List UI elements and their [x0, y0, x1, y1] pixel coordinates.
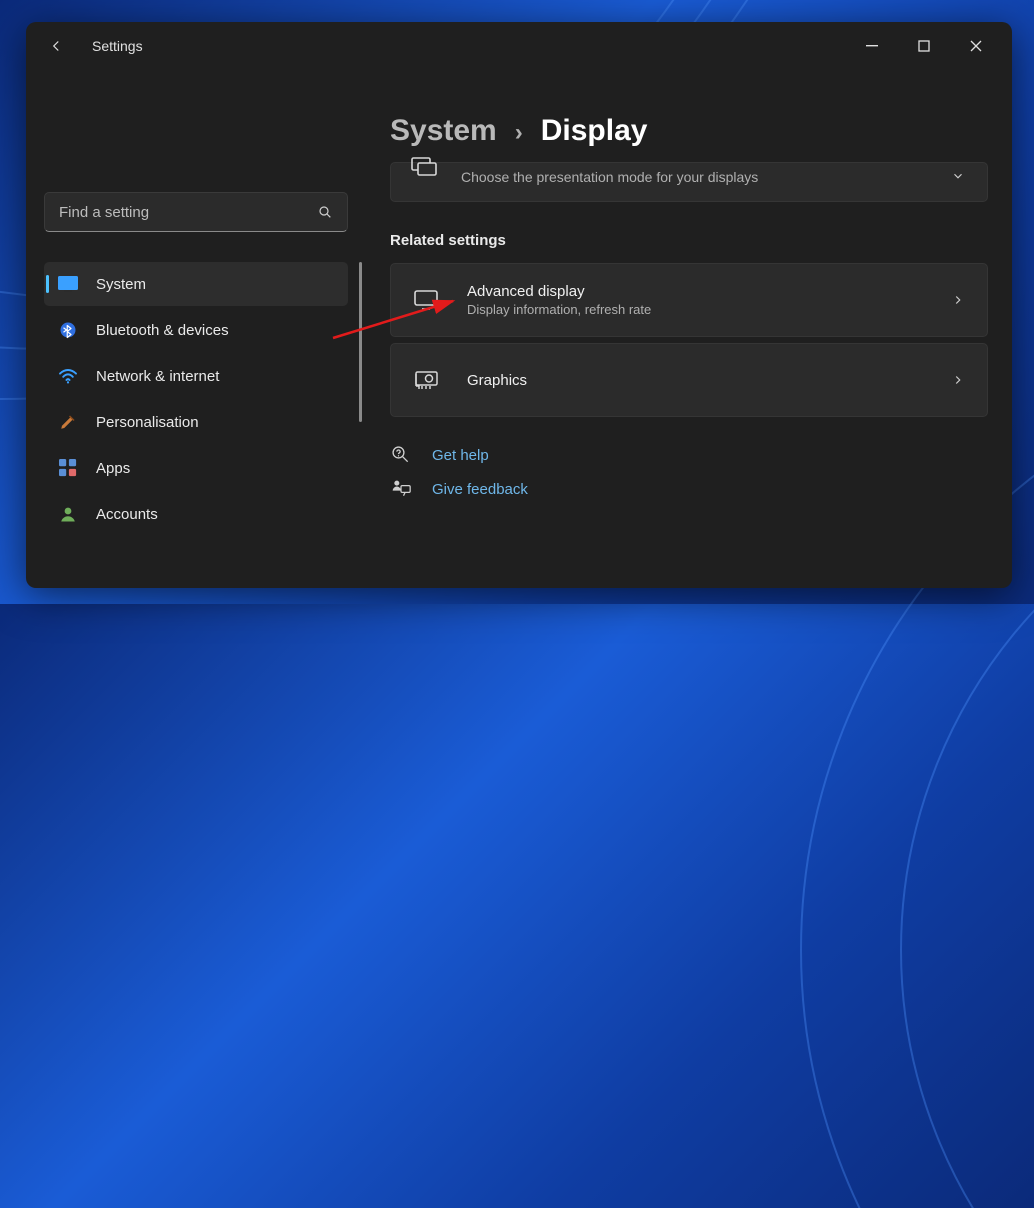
sidebar-item-personalisation[interactable]: Personalisation — [44, 400, 348, 444]
maximize-button[interactable] — [902, 30, 946, 62]
close-icon — [970, 40, 982, 52]
settings-window: Settings — [26, 22, 1012, 588]
card-title: Advanced display — [467, 283, 923, 300]
paintbrush-icon — [58, 412, 78, 432]
gpu-icon — [413, 370, 439, 390]
card-title: Graphics — [467, 372, 923, 389]
bluetooth-icon — [58, 320, 78, 340]
search-input[interactable] — [59, 204, 303, 221]
minimize-icon — [866, 40, 878, 52]
content-area: System › Display Choose the presentation… — [366, 70, 1012, 588]
breadcrumb-current: Display — [541, 114, 648, 148]
sidebar-item-network[interactable]: Network & internet — [44, 354, 348, 398]
sidebar: System Bluetooth & devices Network & int… — [26, 70, 366, 588]
apps-icon — [58, 458, 78, 478]
person-icon — [58, 504, 78, 524]
back-button[interactable] — [38, 28, 74, 64]
multiple-displays-card[interactable]: Choose the presentation mode for your di… — [390, 162, 988, 202]
sidebar-item-label: Personalisation — [96, 414, 199, 431]
feedback-icon — [390, 479, 412, 499]
sidebar-scrollbar[interactable] — [359, 262, 362, 422]
sidebar-item-label: Accounts — [96, 506, 158, 523]
sidebar-item-label: Network & internet — [96, 368, 219, 385]
arrow-left-icon — [47, 37, 65, 55]
display-icon — [58, 274, 78, 294]
title-bar: Settings — [26, 22, 1012, 70]
sidebar-item-label: System — [96, 276, 146, 293]
close-button[interactable] — [954, 30, 998, 62]
minimize-button[interactable] — [850, 30, 894, 62]
graphics-card[interactable]: Graphics — [390, 343, 988, 417]
advanced-display-card[interactable]: Advanced display Display information, re… — [390, 263, 988, 337]
breadcrumb-parent[interactable]: System — [390, 114, 497, 148]
search-icon — [317, 204, 333, 220]
search-box[interactable] — [44, 192, 348, 232]
get-help-link[interactable]: Get help — [432, 447, 489, 464]
sidebar-item-system[interactable]: System — [44, 262, 348, 306]
monitor-icon — [413, 290, 439, 310]
card-subtitle: Display information, refresh rate — [467, 302, 923, 317]
chevron-right-icon — [951, 373, 965, 387]
app-title: Settings — [92, 38, 143, 54]
chevron-right-icon: › — [515, 119, 523, 147]
get-help-row: Get help — [390, 445, 988, 465]
maximize-icon — [918, 40, 930, 52]
section-title-related: Related settings — [390, 232, 988, 249]
sidebar-item-bluetooth[interactable]: Bluetooth & devices — [44, 308, 348, 352]
sidebar-item-label: Bluetooth & devices — [96, 322, 229, 339]
give-feedback-row: Give feedback — [390, 479, 988, 499]
sidebar-nav: System Bluetooth & devices Network & int… — [44, 262, 348, 536]
sidebar-item-label: Apps — [96, 460, 130, 477]
sidebar-item-accounts[interactable]: Accounts — [44, 492, 348, 536]
wifi-icon — [58, 366, 78, 386]
displays-icon — [411, 157, 437, 177]
card-subtitle: Choose the presentation mode for your di… — [461, 169, 758, 185]
breadcrumb: System › Display — [390, 70, 988, 156]
chevron-down-icon — [951, 169, 965, 183]
chevron-right-icon — [951, 293, 965, 307]
help-icon — [390, 445, 412, 465]
give-feedback-link[interactable]: Give feedback — [432, 481, 528, 498]
sidebar-item-apps[interactable]: Apps — [44, 446, 348, 490]
